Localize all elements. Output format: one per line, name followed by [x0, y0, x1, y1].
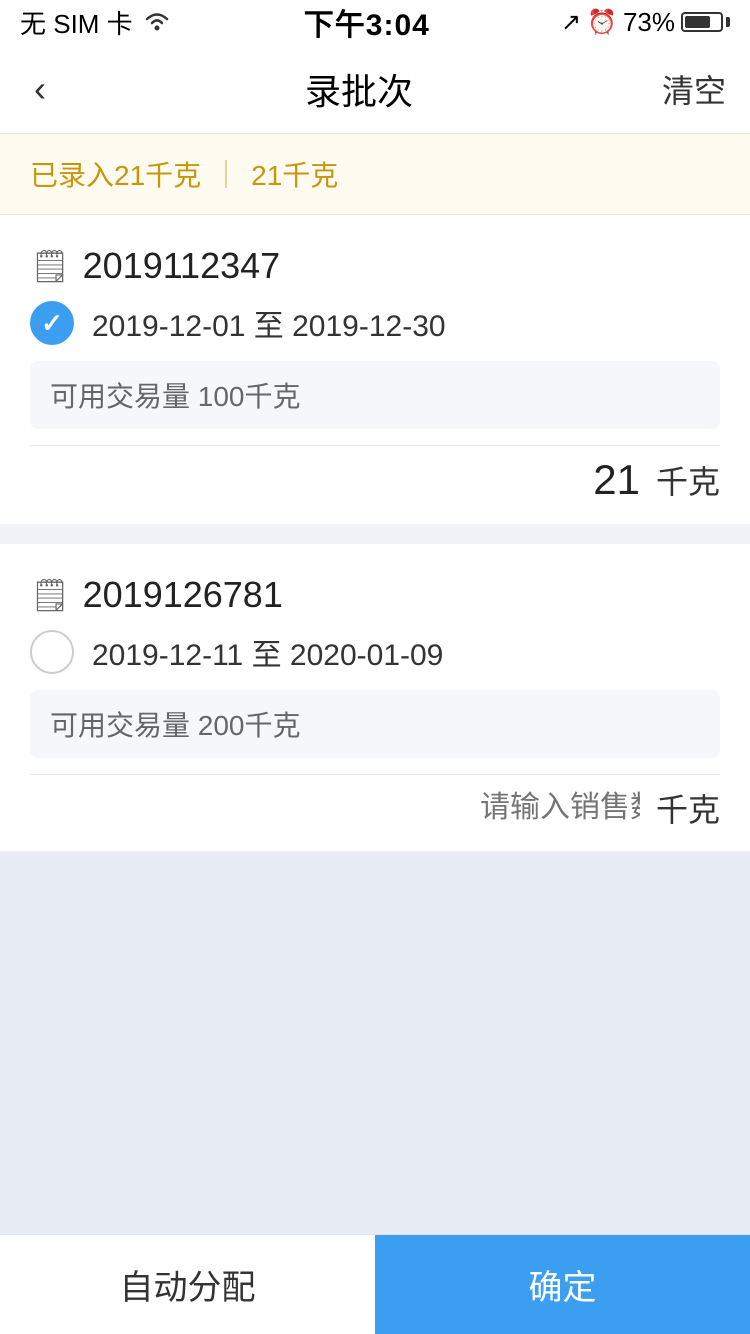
batch1-header: 🗒 2019112347: [30, 245, 720, 287]
batch1-doc-icon: 🗒: [30, 247, 71, 285]
batch1-radio[interactable]: ✓: [30, 301, 74, 345]
batch1-unit: 千克: [656, 457, 720, 503]
bottom-space: [0, 851, 750, 1271]
batch2-date-row: 2019-12-11 至 2020-01-09: [30, 630, 720, 674]
status-right: ↗ ⏰ 73%: [561, 7, 730, 38]
no-sim-text: 无 SIM 卡: [20, 4, 133, 41]
batch1-available: 可用交易量 100千克: [30, 361, 720, 429]
batch-item-1[interactable]: 🗒 2019112347 ✓ 2019-12-01 至 2019-12-30 可…: [0, 215, 750, 524]
batch1-date: 2019-12-01 至 2019-12-30: [92, 301, 446, 345]
batch2-doc-icon: 🗒: [30, 576, 71, 614]
batch2-qty-row: 千克: [30, 774, 720, 831]
batch1-date-row: ✓ 2019-12-01 至 2019-12-30: [30, 301, 720, 345]
recorded-amount: 已录入21千克: [30, 154, 201, 194]
batch-item-2[interactable]: 🗒 2019126781 2019-12-11 至 2020-01-09 可用交…: [0, 544, 750, 851]
batch2-qty-input[interactable]: [480, 791, 640, 825]
alarm-icon: ⏰: [587, 8, 617, 37]
info-banner: 已录入21千克 21千克: [0, 134, 750, 215]
section-divider: [0, 524, 750, 544]
battery-icon: [681, 12, 730, 32]
info-divider: [225, 160, 227, 188]
total-amount: 21千克: [251, 154, 338, 194]
batch2-date: 2019-12-11 至 2020-01-09: [92, 630, 443, 674]
batch1-qty-input[interactable]: [480, 456, 640, 504]
bottom-bar: 自动分配 确定: [0, 1234, 750, 1334]
batch2-id: 2019126781: [83, 574, 283, 616]
clear-button[interactable]: 清空: [662, 66, 726, 112]
batch1-checkmark: ✓: [41, 308, 63, 339]
batch1-qty-row: 千克: [30, 445, 720, 504]
status-left: 无 SIM 卡: [20, 4, 173, 41]
wifi-icon: [141, 7, 173, 38]
nav-bar: ‹ 录批次 清空: [0, 44, 750, 134]
batch2-radio[interactable]: [30, 630, 74, 674]
status-bar: 无 SIM 卡 下午3:04 ↗ ⏰ 73%: [0, 0, 750, 44]
batch2-header: 🗒 2019126781: [30, 574, 720, 616]
back-button[interactable]: ‹: [24, 58, 56, 120]
page-title: 录批次: [305, 63, 413, 115]
status-time: 下午3:04: [304, 0, 430, 44]
auto-distribute-button[interactable]: 自动分配: [0, 1235, 375, 1334]
batch2-available: 可用交易量 200千克: [30, 690, 720, 758]
batch1-id: 2019112347: [83, 245, 281, 287]
confirm-button[interactable]: 确定: [375, 1235, 750, 1334]
location-icon: ↗: [561, 8, 581, 37]
battery-percent: 73%: [623, 7, 675, 38]
batch2-unit: 千克: [656, 785, 720, 831]
